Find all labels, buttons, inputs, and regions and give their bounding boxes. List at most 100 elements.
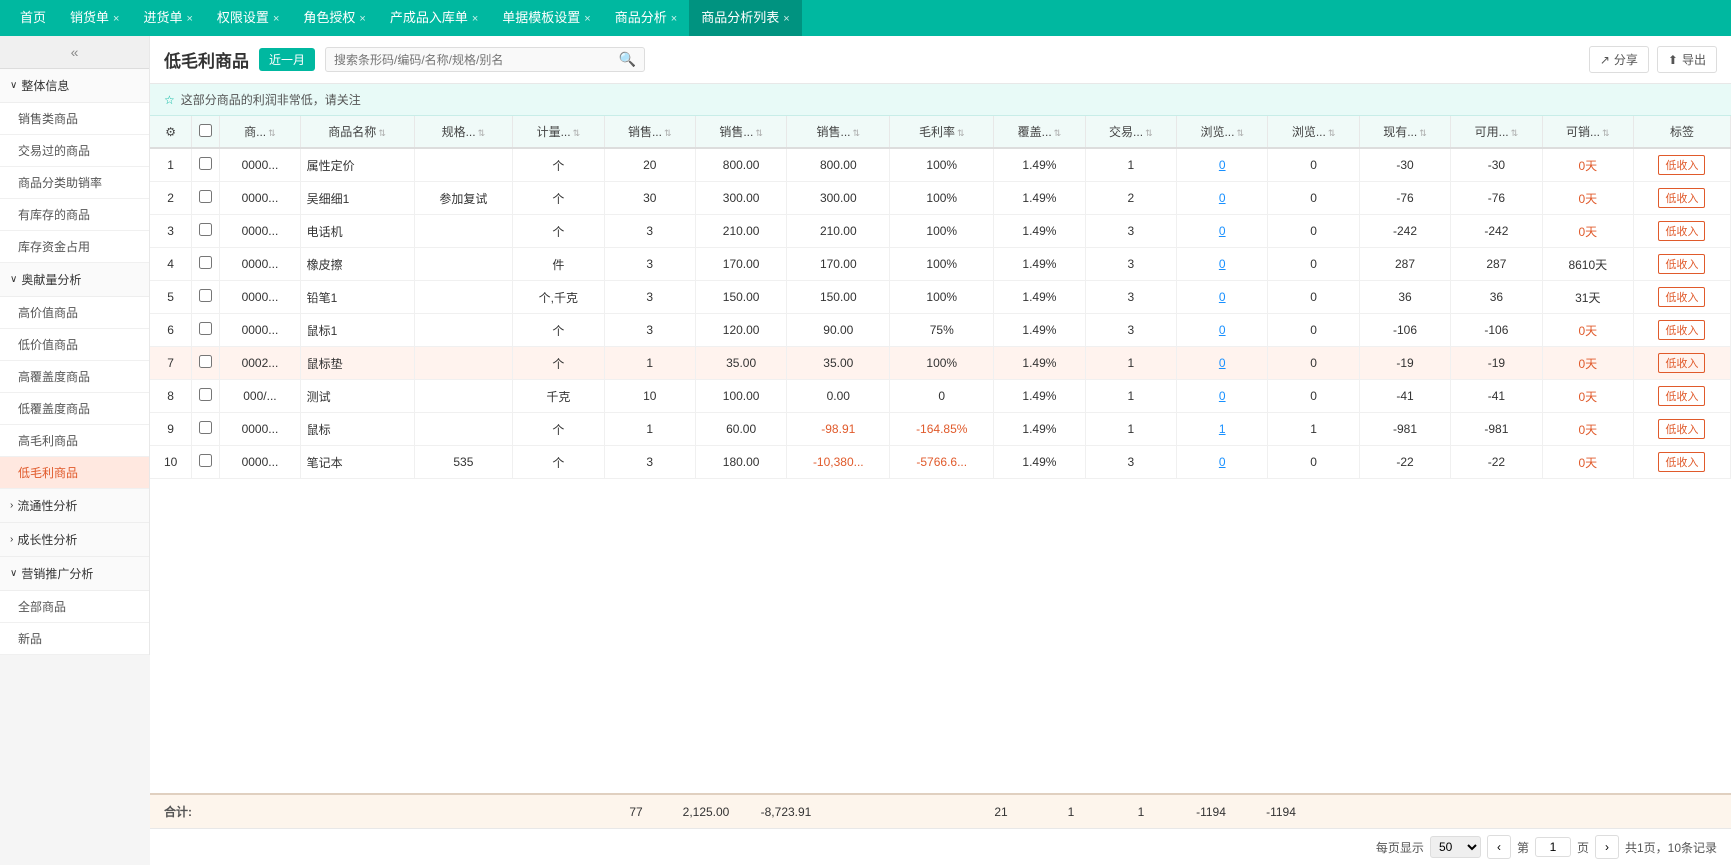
col-header-profit-rate[interactable]: 毛利率⇅	[890, 116, 994, 148]
page-number-input[interactable]	[1535, 837, 1571, 857]
col-header-unit[interactable]: 计量...⇅	[513, 116, 604, 148]
cell-checkbox[interactable]	[192, 380, 220, 413]
sidebar-item-高覆盖度商品[interactable]: 高覆盖度商品	[0, 361, 149, 393]
col-header-settings[interactable]: ⚙	[150, 116, 192, 148]
search-input[interactable]	[334, 53, 619, 67]
sidebar-item-全部商品[interactable]: 全部商品	[0, 591, 149, 623]
cell-checkbox[interactable]	[192, 148, 220, 182]
col-header-spec[interactable]: 规格...⇅	[414, 116, 513, 148]
sidebar-item-高价值商品[interactable]: 高价值商品	[0, 297, 149, 329]
nav-item-权限设置[interactable]: 权限设置×	[205, 0, 291, 36]
page-size-select[interactable]: 50 100 200	[1430, 836, 1481, 858]
cell-browse1[interactable]: 0	[1177, 314, 1268, 347]
sidebar-collapse-button[interactable]: «	[0, 36, 149, 69]
cell-checkbox[interactable]	[192, 446, 220, 479]
cell-checkbox[interactable]	[192, 215, 220, 248]
select-all-checkbox[interactable]	[199, 124, 212, 137]
col-header-checkbox[interactable]	[192, 116, 220, 148]
nav-item-单据模板设置[interactable]: 单据模板设置×	[490, 0, 602, 36]
col-header-tag[interactable]: 标签	[1633, 116, 1730, 148]
nav-close-icon[interactable]: ×	[186, 13, 192, 25]
cell-browse1[interactable]: 1	[1177, 413, 1268, 446]
next-page-button[interactable]: ›	[1595, 835, 1619, 859]
cell-checkbox[interactable]	[192, 413, 220, 446]
sort-icon: ⇅	[478, 128, 486, 138]
cell-unit: 件	[513, 248, 604, 281]
row-checkbox[interactable]	[199, 388, 212, 401]
table-row: 9 0000... 鼠标 个 1 60.00 -98.91 -164.85% 1…	[150, 413, 1731, 446]
row-checkbox[interactable]	[199, 190, 212, 203]
cell-browse1[interactable]: 0	[1177, 281, 1268, 314]
sidebar-item-交易过的商品[interactable]: 交易过的商品	[0, 135, 149, 167]
nav-close-icon[interactable]: ×	[584, 13, 590, 25]
row-checkbox[interactable]	[199, 421, 212, 434]
sidebar-section-1[interactable]: ∨奥献量分析	[0, 263, 149, 297]
cell-browse1[interactable]: 0	[1177, 182, 1268, 215]
sidebar-item-库存资金占用[interactable]: 库存资金占用	[0, 231, 149, 263]
nav-close-icon[interactable]: ×	[113, 13, 119, 25]
row-checkbox[interactable]	[199, 157, 212, 170]
sidebar-section-3[interactable]: ›成长性分析	[0, 523, 149, 557]
sidebar-section-2[interactable]: ›流通性分析	[0, 489, 149, 523]
col-header-sales-profit[interactable]: 销售...⇅	[787, 116, 890, 148]
row-checkbox[interactable]	[199, 355, 212, 368]
cell-checkbox[interactable]	[192, 347, 220, 380]
col-header-available[interactable]: 可用...⇅	[1451, 116, 1542, 148]
sidebar-item-低覆盖度商品[interactable]: 低覆盖度商品	[0, 393, 149, 425]
search-box: 🔍	[325, 47, 645, 72]
cell-browse1[interactable]: 0	[1177, 248, 1268, 281]
nav-close-icon[interactable]: ×	[359, 13, 365, 25]
col-header-current[interactable]: 现有...⇅	[1359, 116, 1450, 148]
nav-item-产成品入库单[interactable]: 产成品入库单×	[378, 0, 490, 36]
sidebar-item-有库存的商品[interactable]: 有库存的商品	[0, 199, 149, 231]
col-header-browse2[interactable]: 浏览...⇅	[1268, 116, 1359, 148]
cell-browse1[interactable]: 0	[1177, 215, 1268, 248]
row-checkbox[interactable]	[199, 454, 212, 467]
col-header-trade[interactable]: 交易...⇅	[1085, 116, 1176, 148]
nav-close-icon[interactable]: ×	[472, 13, 478, 25]
row-checkbox[interactable]	[199, 223, 212, 236]
sidebar-item-高毛利商品[interactable]: 高毛利商品	[0, 425, 149, 457]
row-checkbox[interactable]	[199, 256, 212, 269]
cell-browse1[interactable]: 0	[1177, 446, 1268, 479]
nav-item-进货单[interactable]: 进货单×	[131, 0, 204, 36]
cell-checkbox[interactable]	[192, 248, 220, 281]
sidebar-section-0[interactable]: ∨整体信息	[0, 69, 149, 103]
nav-close-icon[interactable]: ×	[671, 13, 677, 25]
nav-item-商品分析[interactable]: 商品分析×	[603, 0, 689, 36]
share-button[interactable]: ↗ 分享	[1589, 46, 1649, 73]
cell-checkbox[interactable]	[192, 281, 220, 314]
cell-name: 鼠标垫	[300, 347, 414, 380]
cell-checkbox[interactable]	[192, 182, 220, 215]
cell-browse1[interactable]: 0	[1177, 148, 1268, 182]
cell-browse1[interactable]: 0	[1177, 380, 1268, 413]
search-icon[interactable]: 🔍	[619, 51, 636, 68]
prev-page-button[interactable]: ‹	[1487, 835, 1511, 859]
col-header-browse1[interactable]: 浏览...⇅	[1177, 116, 1268, 148]
col-header-name[interactable]: 商品名称⇅	[300, 116, 414, 148]
col-header-code[interactable]: 商...⇅	[220, 116, 300, 148]
sidebar-item-新品[interactable]: 新品	[0, 623, 149, 655]
cell-checkbox[interactable]	[192, 314, 220, 347]
col-header-saleable[interactable]: 可销...⇅	[1542, 116, 1633, 148]
nav-item-首页[interactable]: 首页	[8, 0, 58, 36]
time-filter-button[interactable]: 近一月	[259, 48, 315, 71]
sidebar-item-商品分类助销率[interactable]: 商品分类助销率	[0, 167, 149, 199]
sidebar-item-低价值商品[interactable]: 低价值商品	[0, 329, 149, 361]
export-button[interactable]: ⬆ 导出	[1657, 46, 1717, 73]
nav-close-icon[interactable]: ×	[783, 13, 789, 25]
col-header-sales-qty[interactable]: 销售...⇅	[604, 116, 695, 148]
cell-browse1[interactable]: 0	[1177, 347, 1268, 380]
sidebar-item-低毛利商品[interactable]: 低毛利商品	[0, 457, 149, 489]
sidebar-section-4[interactable]: ∨营销推广分析	[0, 557, 149, 591]
nav-item-销货单[interactable]: 销货单×	[58, 0, 131, 36]
nav-close-icon[interactable]: ×	[273, 13, 279, 25]
col-header-gross-margin[interactable]: 覆盖...⇅	[994, 116, 1085, 148]
cell-spec	[414, 347, 513, 380]
col-header-sales-amt[interactable]: 销售...⇅	[695, 116, 786, 148]
row-checkbox[interactable]	[199, 322, 212, 335]
sidebar-item-销售类商品[interactable]: 销售类商品	[0, 103, 149, 135]
row-checkbox[interactable]	[199, 289, 212, 302]
nav-item-商品分析列表[interactable]: 商品分析列表×	[689, 0, 801, 36]
nav-item-角色授权[interactable]: 角色授权×	[291, 0, 377, 36]
